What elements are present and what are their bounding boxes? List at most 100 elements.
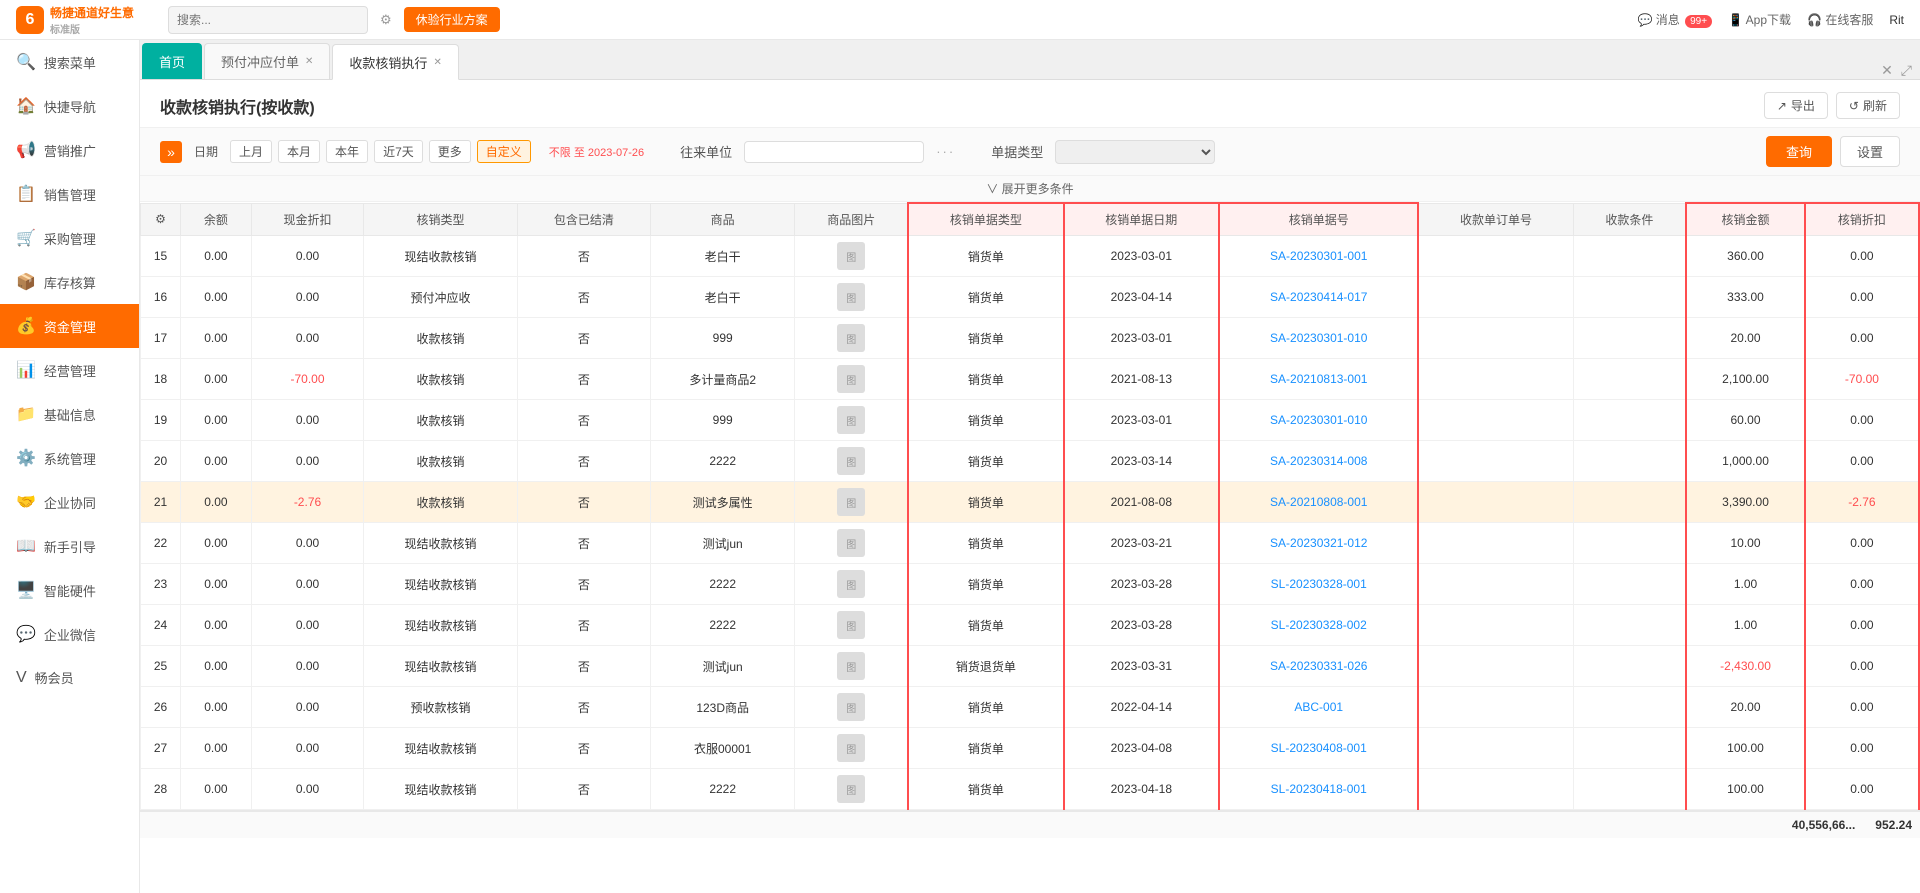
filter-toggle-btn[interactable]: » [160, 141, 182, 163]
cell-bill-type: 销货单 [908, 359, 1063, 400]
cell-product-image: 图 [795, 564, 908, 605]
sidebar-item-sales[interactable]: 📋 销售管理 [0, 172, 139, 216]
bill-no-link[interactable]: SA-20230301-010 [1270, 331, 1367, 345]
partner-input[interactable] [744, 141, 924, 163]
cell-bill-no[interactable]: SA-20210808-001 [1219, 482, 1418, 523]
cell-bill-no[interactable]: SA-20230301-001 [1219, 236, 1418, 277]
date-custom-btn[interactable]: 自定义 [477, 140, 531, 163]
bill-no-link[interactable]: SL-20230328-001 [1271, 577, 1367, 591]
bill-no-link[interactable]: SA-20210808-001 [1270, 495, 1367, 509]
industry-btn[interactable]: 休验行业方案 [404, 7, 500, 32]
refresh-btn[interactable]: ↺ 刷新 [1836, 92, 1900, 119]
bill-no-link[interactable]: SA-20230331-026 [1270, 659, 1367, 673]
sidebar-item-vip[interactable]: V 畅会员 [0, 656, 139, 699]
cell-cancel-amount: 360.00 [1686, 236, 1805, 277]
bill-no-link[interactable]: SA-20230301-010 [1270, 413, 1367, 427]
th-include-settled: 包含已结清 [517, 203, 650, 236]
cell-id: 24 [141, 605, 181, 646]
expand-bar[interactable]: ∨ 展开更多条件 [140, 176, 1920, 202]
sidebar-item-guide[interactable]: 📖 新手引导 [0, 524, 139, 568]
page-content: 收款核销执行(按收款) ↗ 导出 ↺ 刷新 » 日期 上月 [140, 80, 1920, 893]
cell-bill-no[interactable]: ABC-001 [1219, 687, 1418, 728]
cell-cancel-amount: 10.00 [1686, 523, 1805, 564]
cell-bill-type: 销货单 [908, 523, 1063, 564]
cell-bill-no[interactable]: SA-20230301-010 [1219, 318, 1418, 359]
bill-no-link[interactable]: SA-20210813-001 [1270, 372, 1367, 386]
user-name[interactable]: Rit [1889, 13, 1904, 27]
th-cancel-discount: 核销折扣 [1805, 203, 1919, 236]
cell-bill-no[interactable]: SA-20230314-008 [1219, 441, 1418, 482]
cell-cash-discount: -2.76 [251, 482, 363, 523]
tab-prepay[interactable]: 预付冲应付单 ✕ [204, 43, 330, 79]
tab-prepay-close[interactable]: ✕ [305, 56, 313, 67]
bill-no-link[interactable]: SA-20230314-008 [1270, 454, 1367, 468]
sidebar-item-basic[interactable]: 📁 基础信息 [0, 392, 139, 436]
date-this-month-btn[interactable]: 本月 [278, 140, 320, 163]
cell-product: 999 [650, 318, 795, 359]
tab-home[interactable]: 首页 [142, 43, 202, 79]
sidebar-item-finance[interactable]: 💰 资金管理 [0, 304, 139, 348]
table-row: 260.000.00预收款核销否123D商品图销货单2022-04-14ABC-… [141, 687, 1920, 728]
bill-no-link[interactable]: SL-20230408-001 [1271, 741, 1367, 755]
top-search-input[interactable] [168, 6, 368, 34]
sidebar-item-collab[interactable]: 🤝 企业协同 [0, 480, 139, 524]
date-range-text: 不限 至 2023-07-26 [549, 144, 644, 160]
table-wrap[interactable]: ⚙ 余额 现金折扣 核销类型 包含已结清 商品 商品图片 核销单据类型 核销单据… [140, 202, 1920, 893]
date-more-btn[interactable]: 更多 [429, 140, 471, 163]
sidebar-item-hardware[interactable]: 🖥️ 智能硬件 [0, 568, 139, 612]
cell-bill-no[interactable]: SA-20230321-012 [1219, 523, 1418, 564]
cell-cash-discount: 0.00 [251, 769, 363, 810]
app-download-btn[interactable]: 📱 App下载 [1728, 11, 1791, 28]
tab-receipt[interactable]: 收款核销执行 ✕ [332, 44, 458, 80]
gear-icon[interactable]: ⚙ [380, 12, 392, 28]
marketing-icon: 📢 [16, 140, 36, 160]
table-row: 210.00-2.76收款核销否测试多属性图销货单2021-08-08SA-20… [141, 482, 1920, 523]
tab-expand-icon[interactable]: ⤢ [1901, 62, 1912, 79]
bill-no-link[interactable]: SL-20230328-002 [1271, 618, 1367, 632]
cell-product: 老白干 [650, 277, 795, 318]
cell-product: 多计量商品2 [650, 359, 795, 400]
sidebar-item-operations[interactable]: 📊 经营管理 [0, 348, 139, 392]
expand-label: ∨ 展开更多条件 [986, 182, 1073, 196]
cell-bill-no[interactable]: SL-20230408-001 [1219, 728, 1418, 769]
cell-bill-no[interactable]: SL-20230418-001 [1219, 769, 1418, 810]
cell-bill-no[interactable]: SL-20230328-001 [1219, 564, 1418, 605]
cell-balance: 0.00 [181, 769, 252, 810]
sidebar-item-marketing[interactable]: 📢 营销推广 [0, 128, 139, 172]
export-btn[interactable]: ↗ 导出 [1764, 92, 1828, 119]
cell-receipt-condition [1573, 605, 1686, 646]
table-row: 250.000.00现结收款核销否测试jun图销货退货单2023-03-31SA… [141, 646, 1920, 687]
sidebar-item-inventory[interactable]: 📦 库存核算 [0, 260, 139, 304]
cell-bill-no[interactable]: SA-20230331-026 [1219, 646, 1418, 687]
bill-no-link[interactable]: SA-20230414-017 [1270, 290, 1367, 304]
query-btn[interactable]: 查询 [1766, 136, 1832, 167]
sidebar-item-nav[interactable]: 🏠 快捷导航 [0, 84, 139, 128]
cell-id: 15 [141, 236, 181, 277]
bill-no-link[interactable]: SL-20230418-001 [1271, 782, 1367, 796]
sidebar-item-search[interactable]: 🔍 搜索菜单 [0, 40, 139, 84]
cell-bill-no[interactable]: SA-20230301-010 [1219, 400, 1418, 441]
cell-receipt-order-no [1418, 564, 1573, 605]
sidebar-item-wechat[interactable]: 💬 企业微信 [0, 612, 139, 656]
message-btn[interactable]: 💬 消息 99+ [1637, 11, 1712, 28]
cell-cash-discount: 0.00 [251, 687, 363, 728]
cell-bill-no[interactable]: SA-20210813-001 [1219, 359, 1418, 400]
footer-cancel-discount: 952.24 [1875, 818, 1912, 832]
bill-no-link[interactable]: SA-20230321-012 [1270, 536, 1367, 550]
setting-btn[interactable]: 设置 [1840, 136, 1900, 167]
th-settings[interactable]: ⚙ [141, 203, 181, 236]
cell-bill-no[interactable]: SA-20230414-017 [1219, 277, 1418, 318]
sidebar-item-purchase[interactable]: 🛒 采购管理 [0, 216, 139, 260]
collab-icon: 🤝 [16, 492, 36, 512]
date-7days-btn[interactable]: 近7天 [374, 140, 423, 163]
date-this-year-btn[interactable]: 本年 [326, 140, 368, 163]
tab-receipt-close[interactable]: ✕ [433, 57, 441, 68]
bill-type-select[interactable] [1055, 140, 1215, 164]
date-prev-month-btn[interactable]: 上月 [230, 140, 272, 163]
cell-bill-no[interactable]: SL-20230328-002 [1219, 605, 1418, 646]
bill-no-link[interactable]: ABC-001 [1294, 700, 1343, 714]
sidebar-item-system[interactable]: ⚙️ 系统管理 [0, 436, 139, 480]
tab-close-all-icon[interactable]: ✕ [1881, 62, 1893, 79]
online-service-btn[interactable]: 🎧 在线客服 [1807, 11, 1873, 28]
bill-no-link[interactable]: SA-20230301-001 [1270, 249, 1367, 263]
